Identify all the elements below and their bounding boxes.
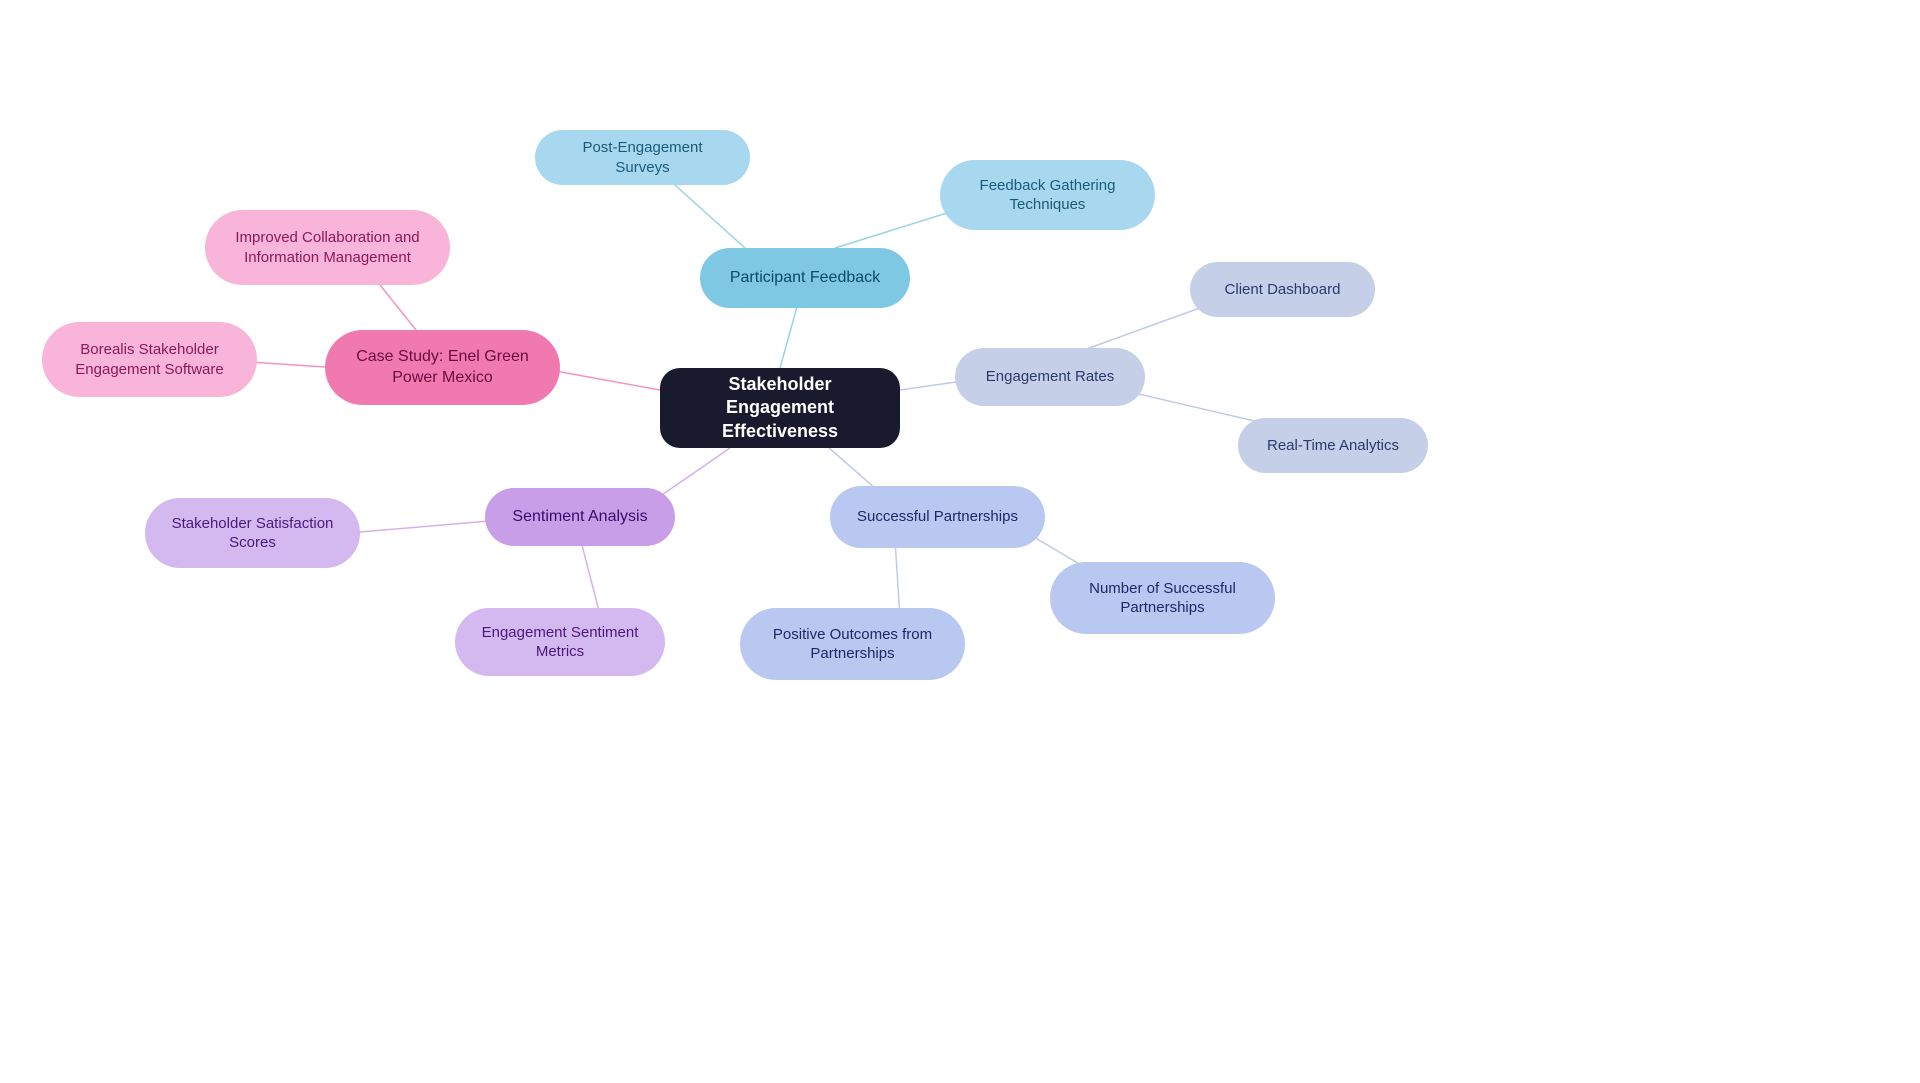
positive-outcomes-label: Positive Outcomes from Partnerships [762,625,943,664]
client-dashboard-node[interactable]: Client Dashboard [1190,262,1375,317]
real-time-analytics-node[interactable]: Real-Time Analytics [1238,418,1428,473]
client-dashboard-label: Client Dashboard [1225,280,1341,300]
engagement-rates-node[interactable]: Engagement Rates [955,348,1145,406]
sentiment-analysis-node[interactable]: Sentiment Analysis [485,488,675,546]
case-study-label: Case Study: Enel Green Power Mexico [347,347,538,389]
engagement-sentiment-label: Engagement Sentiment Metrics [477,623,643,662]
successful-partnerships-label: Successful Partnerships [857,507,1018,527]
improved-collab-node[interactable]: Improved Collaboration and Information M… [205,210,450,285]
participant-feedback-label: Participant Feedback [730,268,880,289]
sentiment-analysis-label: Sentiment Analysis [512,507,647,528]
number-successful-node[interactable]: Number of Successful Partnerships [1050,562,1275,634]
real-time-analytics-label: Real-Time Analytics [1267,436,1399,456]
borealis-node[interactable]: Borealis Stakeholder Engagement Software [42,322,257,397]
stakeholder-satisfaction-node[interactable]: Stakeholder Satisfaction Scores [145,498,360,568]
feedback-gathering-label: Feedback Gathering Techniques [962,176,1133,215]
post-engagement-surveys-node[interactable]: Post-Engagement Surveys [535,130,750,185]
borealis-label: Borealis Stakeholder Engagement Software [64,340,235,379]
case-study-node[interactable]: Case Study: Enel Green Power Mexico [325,330,560,405]
engagement-rates-label: Engagement Rates [986,367,1114,387]
successful-partnerships-node[interactable]: Successful Partnerships [830,486,1045,548]
feedback-gathering-node[interactable]: Feedback Gathering Techniques [940,160,1155,230]
center-label: Stakeholder Engagement Effectiveness [682,373,878,443]
positive-outcomes-node[interactable]: Positive Outcomes from Partnerships [740,608,965,680]
engagement-sentiment-node[interactable]: Engagement Sentiment Metrics [455,608,665,676]
participant-feedback-node[interactable]: Participant Feedback [700,248,910,308]
post-engagement-surveys-label: Post-Engagement Surveys [557,138,728,177]
center-node[interactable]: Stakeholder Engagement Effectiveness [660,368,900,448]
improved-collab-label: Improved Collaboration and Information M… [227,228,428,267]
number-successful-label: Number of Successful Partnerships [1072,579,1253,618]
stakeholder-satisfaction-label: Stakeholder Satisfaction Scores [167,514,338,553]
